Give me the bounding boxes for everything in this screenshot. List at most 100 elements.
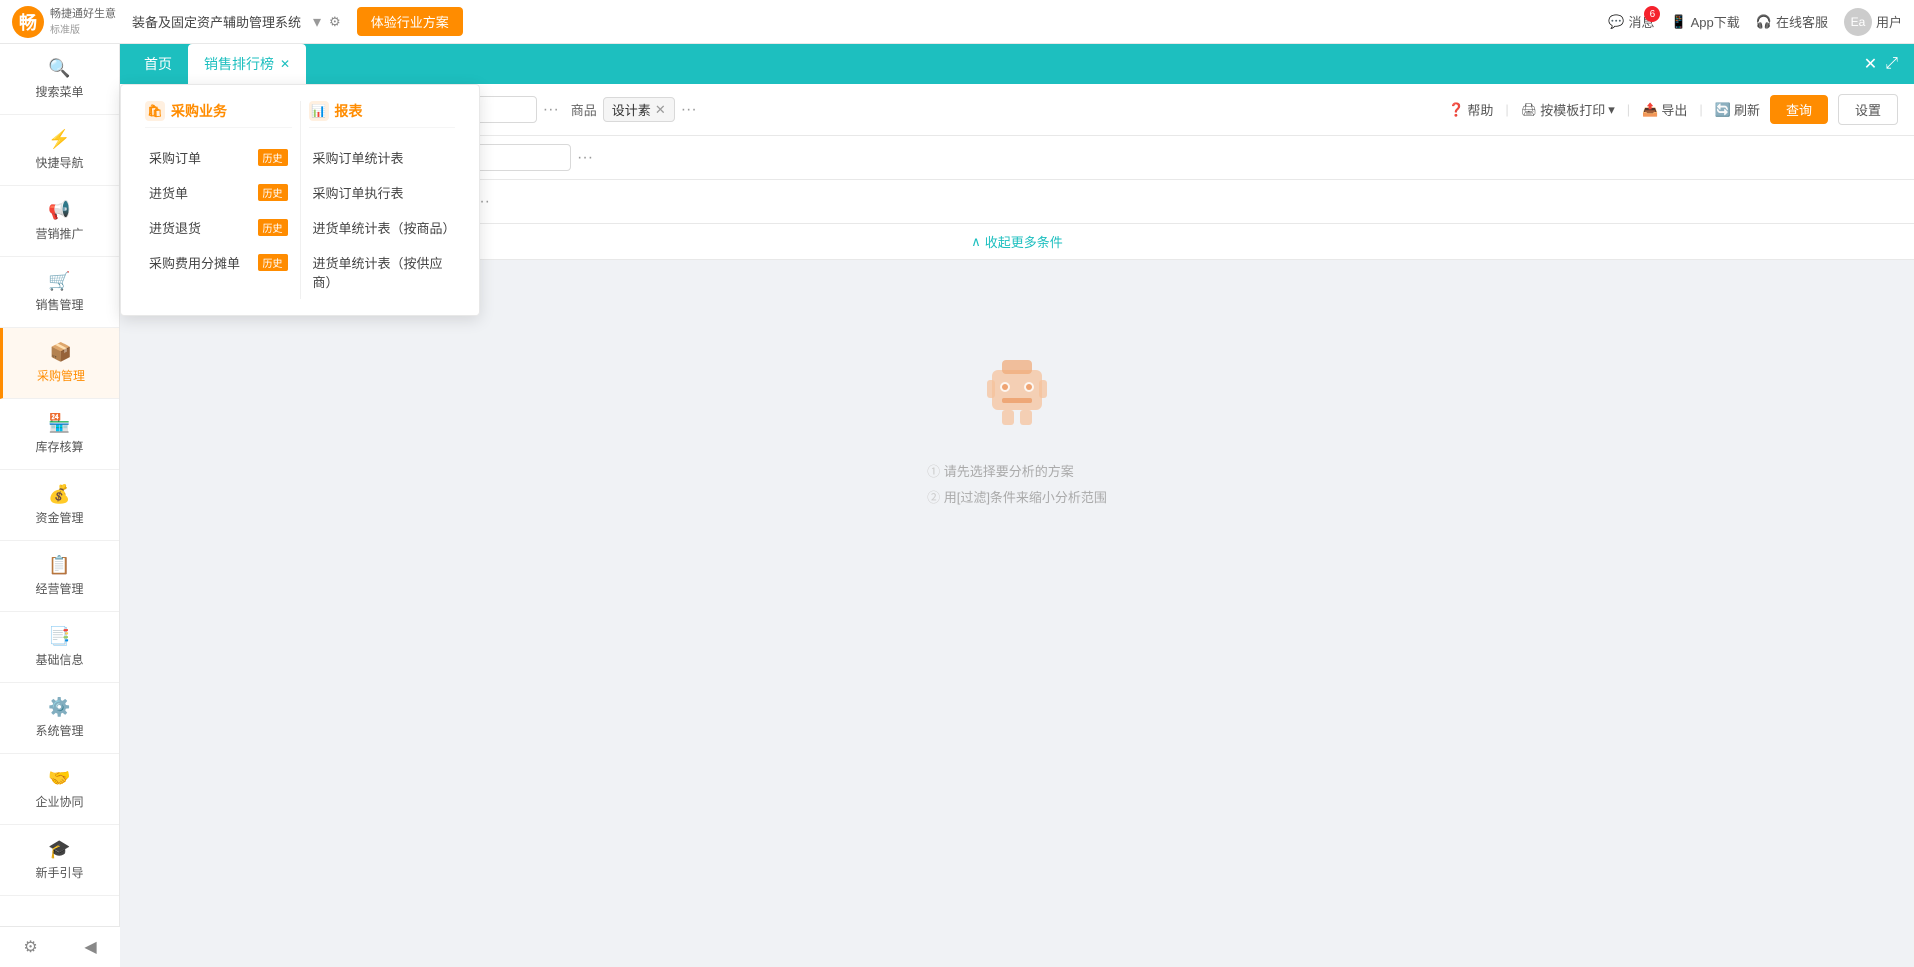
goods-tag[interactable]: 设计素 ✕ <box>603 97 675 122</box>
tab-close-icon[interactable]: ✕ <box>280 57 290 71</box>
sales-icon: 🛒 <box>48 271 70 292</box>
sidebar-item-finance[interactable]: 💰 资金管理 <box>0 470 119 541</box>
sidebar-label-inventory: 库存核算 <box>35 438 83 455</box>
empty-robot-svg <box>967 340 1067 440</box>
export-label: 导出 <box>1661 100 1687 119</box>
quick-icon: ⚡ <box>48 129 70 150</box>
operation-icon: 📋 <box>48 555 70 576</box>
logo-icon: 畅 <box>12 6 44 38</box>
guide-icon: 🎓 <box>48 839 70 860</box>
purchase-return-label: 进货退货 <box>149 218 201 237</box>
top-bar: 畅 畅捷通好生意 标准版 装备及固定资产辅助管理系统 ▾ ⚙ 体验行业方案 💬 … <box>0 0 1914 44</box>
message-btn[interactable]: 💬 消息 6 <box>1608 12 1654 31</box>
sidebar-item-basic[interactable]: 📑 基础信息 <box>0 612 119 683</box>
nav-close-icon[interactable]: ✕ <box>1864 54 1877 74</box>
sales-person-dots[interactable]: ··· <box>577 149 593 167</box>
empty-tip1: ① 请先选择要分析的方案 <box>927 459 1107 485</box>
app-download-btn[interactable]: 📱 App下载 <box>1670 12 1739 31</box>
inventory-icon: 🏪 <box>48 413 70 434</box>
sidebar-label-guide: 新手引导 <box>35 864 83 881</box>
sidebar-label-sales: 销售管理 <box>35 296 83 313</box>
setting-button[interactable]: 设置 <box>1838 94 1898 125</box>
nav-tabs: 首页 销售排行榜 ✕ ✕ ⤢ <box>120 44 1914 84</box>
sidebar-item-marketing[interactable]: 📢 营销推广 <box>0 186 119 257</box>
goods-label: 商品 <box>571 100 597 119</box>
purchase-col-title-text: 采购业务 <box>171 101 227 121</box>
system-icon: ⚙️ <box>48 697 70 718</box>
finance-icon: 💰 <box>48 484 70 505</box>
sidebar-item-guide[interactable]: 🎓 新手引导 <box>0 825 119 896</box>
nav-expand-icon[interactable]: ⤢ <box>1885 55 1898 73</box>
search-icon: 🔍 <box>48 58 70 79</box>
tab-sales-rank[interactable]: 销售排行榜 ✕ <box>188 44 306 84</box>
report-col: 📊 报表 采购订单统计表 采购订单执行表 进货单统计表（按商品） 进货单统计表（… <box>301 101 464 299</box>
message-icon: 💬 <box>1608 14 1624 30</box>
top-right-area: 💬 消息 6 📱 App下载 🎧 在线客服 Ea 用户 <box>1608 8 1902 36</box>
sidebar-label-operation: 经营管理 <box>35 580 83 597</box>
sidebar-bottom: ⚙ ◀ <box>0 926 120 967</box>
message-badge: 6 <box>1644 6 1660 22</box>
dropdown-item-purchase-cost[interactable]: 采购费用分摊单 历史 <box>145 245 292 280</box>
dropdown-item-purchase-return[interactable]: 进货退货 历史 <box>145 210 292 245</box>
print-icon: 🖨 <box>1521 102 1538 118</box>
purchase-cost-label: 采购费用分摊单 <box>149 253 240 272</box>
tab-home-label: 首页 <box>144 54 172 74</box>
help-btn[interactable]: ❓ 帮助 <box>1448 100 1493 119</box>
sidebar-item-enterprise[interactable]: 🤝 企业协同 <box>0 754 119 825</box>
tab-home[interactable]: 首页 <box>128 44 188 84</box>
dropdown-item-purchase-in[interactable]: 进货单 历史 <box>145 175 292 210</box>
system-name-text: 装备及固定资产辅助管理系统 <box>132 12 301 31</box>
print-btn[interactable]: 🖨 按模板打印 ▾ <box>1521 100 1615 119</box>
logo-sub: 标准版 <box>50 21 116 36</box>
user-btn[interactable]: Ea 用户 <box>1844 8 1902 36</box>
industry-btn[interactable]: 体验行业方案 <box>357 7 463 36</box>
settings-bottom-icon[interactable]: ⚙ <box>23 937 37 957</box>
tab-sales-rank-label: 销售排行榜 <box>204 54 274 74</box>
gear-icon[interactable]: ⚙ <box>329 14 341 30</box>
refresh-btn[interactable]: 🔄 刷新 <box>1715 100 1760 119</box>
logo-area: 畅 畅捷通好生意 标准版 <box>12 6 132 38</box>
online-service-btn[interactable]: 🎧 在线客服 <box>1756 12 1828 31</box>
dropdown-item-order-stat[interactable]: 采购订单统计表 <box>309 140 456 175</box>
online-service-label: 在线客服 <box>1776 12 1828 31</box>
goods-tag-close-icon[interactable]: ✕ <box>655 102 666 118</box>
sidebar-label-marketing: 营销推广 <box>35 225 83 242</box>
query-button[interactable]: 查询 <box>1770 95 1828 124</box>
sidebar-item-system[interactable]: ⚙️ 系统管理 <box>0 683 119 754</box>
collapse-icon: ∧ <box>971 234 981 250</box>
dropdown-item-in-supplier-stat[interactable]: 进货单统计表（按供应商） <box>309 245 456 299</box>
sidebar-label-system: 系统管理 <box>35 722 83 739</box>
dropdown-item-in-goods-stat[interactable]: 进货单统计表（按商品） <box>309 210 456 245</box>
goods-filter: 商品 设计素 ✕ ··· <box>571 97 697 122</box>
sidebar-item-quick[interactable]: ⚡ 快捷导航 <box>0 115 119 186</box>
purchase-order-label: 采购订单 <box>149 148 201 167</box>
empty-tips: ① 请先选择要分析的方案 ② 用[过滤]条件来缩小分析范围 <box>927 459 1107 511</box>
sidebar-item-sales[interactable]: 🛒 销售管理 <box>0 257 119 328</box>
export-btn[interactable]: 📤 导出 <box>1642 100 1687 119</box>
sidebar-item-purchase[interactable]: 📦 采购管理 <box>0 328 119 399</box>
phone-icon: 📱 <box>1670 14 1686 30</box>
sidebar-label-search: 搜索菜单 <box>35 83 83 100</box>
bill-status-dots[interactable]: ··· <box>543 101 559 119</box>
empty-tip2: ② 用[过滤]条件来缩小分析范围 <box>927 485 1107 511</box>
sidebar-item-search[interactable]: 🔍 搜索菜单 <box>0 44 119 115</box>
goods-dots[interactable]: ··· <box>681 101 697 119</box>
system-dropdown-icon[interactable]: ▾ <box>313 12 321 32</box>
enterprise-icon: 🤝 <box>48 768 70 789</box>
sidebar-label-basic: 基础信息 <box>35 651 83 668</box>
purchase-in-history-badge: 历史 <box>258 184 288 201</box>
purchase-icon: 📦 <box>50 342 72 363</box>
app-download-label: App下载 <box>1691 12 1740 31</box>
dropdown-item-purchase-order[interactable]: 采购订单 历史 <box>145 140 292 175</box>
collapse-sidebar-icon[interactable]: ◀ <box>84 937 96 957</box>
sidebar-label-finance: 资金管理 <box>35 509 83 526</box>
sidebar-item-inventory[interactable]: 🏪 库存核算 <box>0 399 119 470</box>
avatar: Ea <box>1844 8 1872 36</box>
dropdown-item-order-exec[interactable]: 采购订单执行表 <box>309 175 456 210</box>
toolbar-right: ❓ 帮助 | 🖨 按模板打印 ▾ | 📤 导出 | 🔄 刷新 查询 设置 <box>1448 94 1898 125</box>
goods-tag-value: 设计素 <box>612 100 651 119</box>
order-exec-label: 采购订单执行表 <box>313 183 404 202</box>
collapse-text: 收起更多条件 <box>985 232 1063 251</box>
sidebar-item-operation[interactable]: 📋 经营管理 <box>0 541 119 612</box>
purchase-in-label: 进货单 <box>149 183 188 202</box>
